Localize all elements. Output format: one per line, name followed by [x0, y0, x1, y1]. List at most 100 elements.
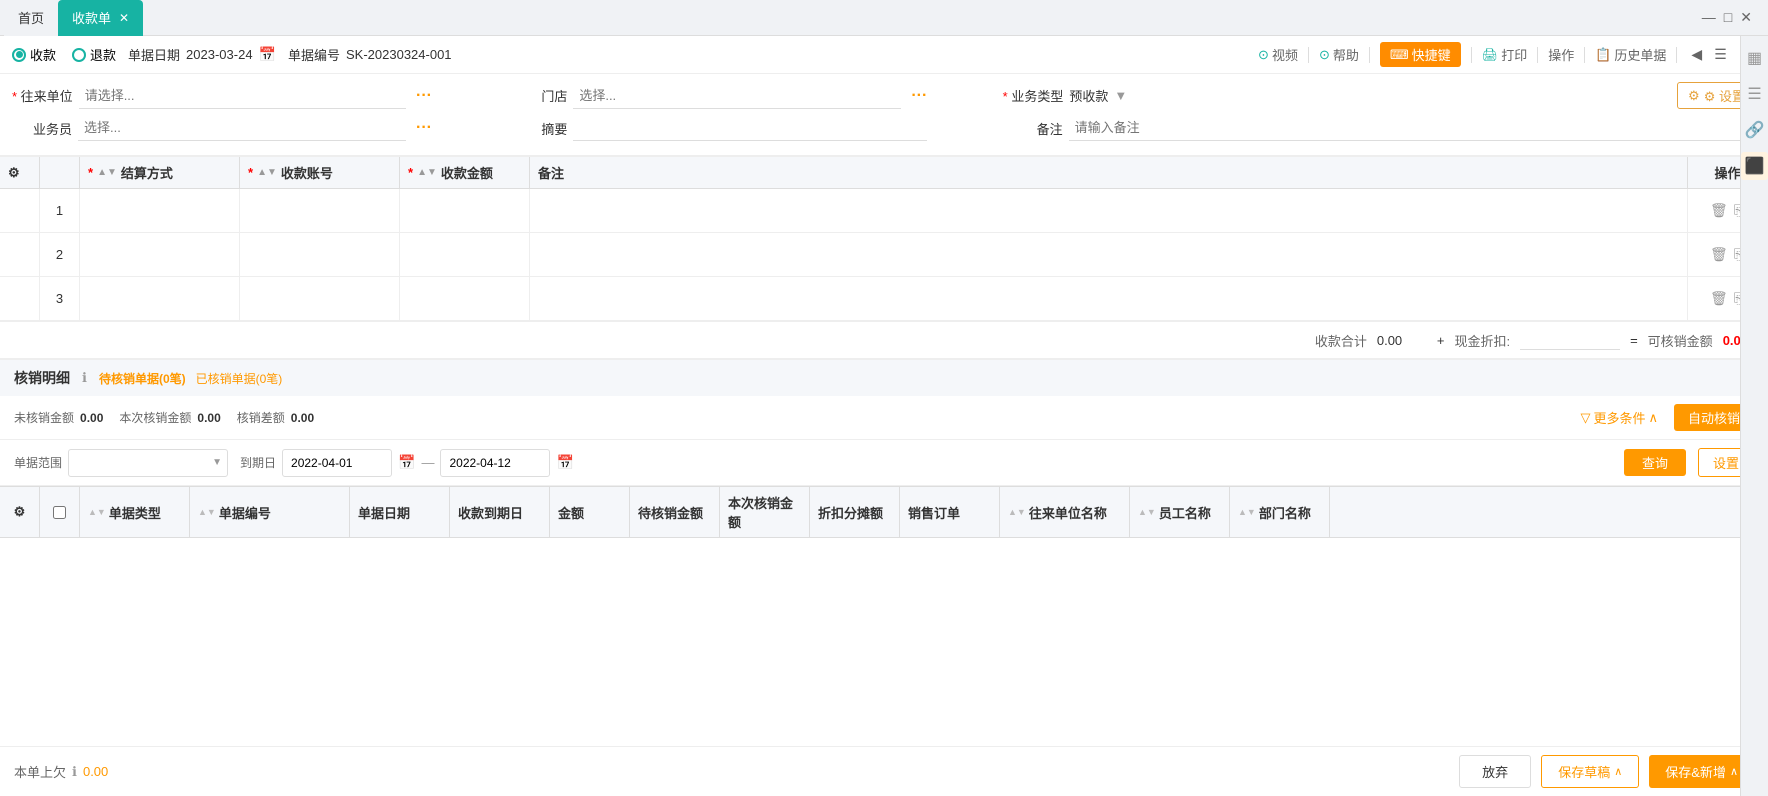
- more-conditions-btn[interactable]: ▽ 更多条件 ∧: [1580, 408, 1658, 427]
- row3-delete-icon[interactable]: 🗑: [1710, 290, 1728, 307]
- dth-partner: ▲▼ 往来单位名称: [1000, 487, 1130, 537]
- row2-jiesuan[interactable]: [80, 233, 240, 276]
- radio-receipt-dot: [12, 48, 26, 62]
- staff-field: 业务员 ···: [12, 115, 432, 141]
- tab-receipt[interactable]: 收款单 ✕: [58, 0, 143, 36]
- discount-input[interactable]: [1520, 330, 1620, 350]
- tab-done[interactable]: 已核销单据(0笔): [196, 370, 283, 387]
- dth-salesorder: 销售订单: [900, 487, 1000, 537]
- right-sidebar: ▦ ☰ 🔗 ⬛: [1740, 36, 1768, 796]
- query-button[interactable]: 查询: [1624, 449, 1686, 476]
- maximize-button[interactable]: □: [1724, 9, 1732, 26]
- partner-input[interactable]: [79, 83, 406, 109]
- radio-refund[interactable]: 退款: [72, 45, 116, 64]
- date-field: 单据日期 2023-03-24 📅: [128, 45, 276, 64]
- abstract-input[interactable]: [573, 115, 927, 141]
- row1-amount[interactable]: [400, 189, 530, 232]
- draft-button[interactable]: 保存草稿 ∧: [1541, 755, 1639, 788]
- shortcut-btn[interactable]: ⌨ 快捷键: [1380, 42, 1461, 67]
- sidebar-table-icon[interactable]: ▦: [1743, 44, 1766, 72]
- row3-gear: [0, 277, 40, 320]
- store-field: 门店 ···: [507, 83, 927, 109]
- abandon-button[interactable]: 放弃: [1459, 755, 1531, 788]
- row1-remark[interactable]: [530, 189, 1688, 232]
- this-cancel-field: 本次核销金额 0.00: [119, 409, 220, 426]
- row2-amount[interactable]: [400, 233, 530, 276]
- video-btn[interactable]: ⊙ 视频: [1258, 45, 1298, 64]
- row3-account[interactable]: [240, 277, 400, 320]
- operate-btn[interactable]: 操作: [1548, 45, 1574, 64]
- view-list[interactable]: ☰: [1710, 44, 1731, 65]
- check-all[interactable]: [53, 506, 66, 519]
- print-btn[interactable]: 🖨 打印: [1482, 45, 1528, 64]
- filter-icon: ▽: [1580, 410, 1590, 426]
- row2-delete-icon[interactable]: 🗑: [1710, 246, 1728, 263]
- shortcut-icon: ⌨: [1390, 47, 1409, 63]
- help-icon: ⊙: [1319, 47, 1330, 63]
- partner-label: 往来单位: [12, 86, 73, 105]
- this-cancel-label: 本次核销金额: [119, 409, 191, 426]
- eq-sign: =: [1630, 333, 1638, 348]
- bottom-info: 本单上欠 ℹ 0.00: [14, 762, 108, 781]
- window-controls: — □ ✕: [1690, 9, 1764, 26]
- sidebar-list-icon[interactable]: ☰: [1743, 80, 1765, 108]
- docno-label: 单据编号: [288, 45, 340, 64]
- view-prev[interactable]: ◀: [1687, 44, 1706, 65]
- note-input[interactable]: [1069, 115, 1756, 141]
- row3-jiesuan[interactable]: [80, 277, 240, 320]
- due-date-to[interactable]: [440, 449, 550, 477]
- dth-discount: 折扣分摊额: [810, 487, 900, 537]
- help-btn[interactable]: ⊙ 帮助: [1319, 45, 1359, 64]
- minimize-button[interactable]: —: [1702, 9, 1716, 26]
- due-date-from[interactable]: [282, 449, 392, 477]
- th-amount: ▲▼ 收款金额: [400, 157, 530, 188]
- cal-from-icon[interactable]: 📅: [398, 454, 415, 471]
- row2-account[interactable]: [240, 233, 400, 276]
- dth-check[interactable]: [40, 487, 80, 537]
- radio-receipt[interactable]: 收款: [12, 45, 56, 64]
- diff-field: 核销差额 0.00: [237, 409, 314, 426]
- th-gear[interactable]: ⚙: [0, 157, 40, 188]
- biz-type-arrow[interactable]: ▼: [1114, 88, 1127, 103]
- biz-type-field: 业务类型 预收款 ▼ ⚙ ⚙ 设置: [1003, 82, 1756, 109]
- dth-gear[interactable]: ⚙: [0, 487, 40, 537]
- partner-more-icon[interactable]: ···: [416, 87, 432, 105]
- chevron-up-icon: ∧: [1648, 410, 1658, 426]
- docno-value: SK-20230324-001: [346, 47, 452, 62]
- range-select[interactable]: [68, 449, 228, 477]
- row3-amount[interactable]: [400, 277, 530, 320]
- staff-label: 业务员: [12, 119, 72, 138]
- row1-delete-icon[interactable]: 🗑: [1710, 202, 1728, 219]
- store-input[interactable]: [573, 83, 901, 109]
- row3-remark[interactable]: [530, 277, 1688, 320]
- row3-idx: 3: [40, 277, 80, 320]
- tab-pending[interactable]: 待核销单据(0笔): [99, 370, 186, 387]
- staff-more-icon[interactable]: ···: [416, 119, 432, 137]
- cal-to-icon[interactable]: 📅: [556, 454, 573, 471]
- bottom-value: 0.00: [83, 764, 108, 779]
- staff-input[interactable]: [78, 115, 406, 141]
- toolbar-top: 收款 退款 单据日期 2023-03-24 📅 单据编号 SK-20230324…: [0, 36, 1768, 74]
- row2-remark[interactable]: [530, 233, 1688, 276]
- history-icon: 📋: [1595, 47, 1611, 63]
- store-more-icon[interactable]: ···: [911, 87, 927, 105]
- sidebar-expand-icon[interactable]: ⬛: [1741, 152, 1768, 180]
- tab-home[interactable]: 首页: [4, 0, 58, 36]
- close-button[interactable]: ✕: [1740, 9, 1752, 26]
- row1-jiesuan[interactable]: [80, 189, 240, 232]
- table-row: 3 🗑 ⎘: [0, 277, 1768, 321]
- dth-staff: ▲▼ 员工名称: [1130, 487, 1230, 537]
- history-btn[interactable]: 📋 历史单据: [1595, 45, 1666, 64]
- save-label: 保存&新增: [1665, 762, 1726, 781]
- dth-money: 金额: [550, 487, 630, 537]
- filter-row: 未核销金额 0.00 本次核销金额 0.00 核销差额 0.00 ▽ 更多条件 …: [0, 396, 1768, 440]
- tab-receipt-close[interactable]: ✕: [119, 11, 129, 25]
- main-content: 收款 退款 单据日期 2023-03-24 📅 单据编号 SK-20230324…: [0, 36, 1768, 796]
- save-button[interactable]: 保存&新增 ∧: [1649, 755, 1754, 788]
- sidebar-link-icon[interactable]: 🔗: [1741, 116, 1768, 144]
- date-icon[interactable]: 📅: [259, 46, 276, 63]
- receipt-table: ⚙ ▲▼ 结算方式 ▲▼ 收款账号 ▲▼ 收款金额 备注 操作: [0, 156, 1768, 321]
- row1-account[interactable]: [240, 189, 400, 232]
- plus-sign: +: [1437, 333, 1445, 348]
- divider-6: [1676, 47, 1677, 63]
